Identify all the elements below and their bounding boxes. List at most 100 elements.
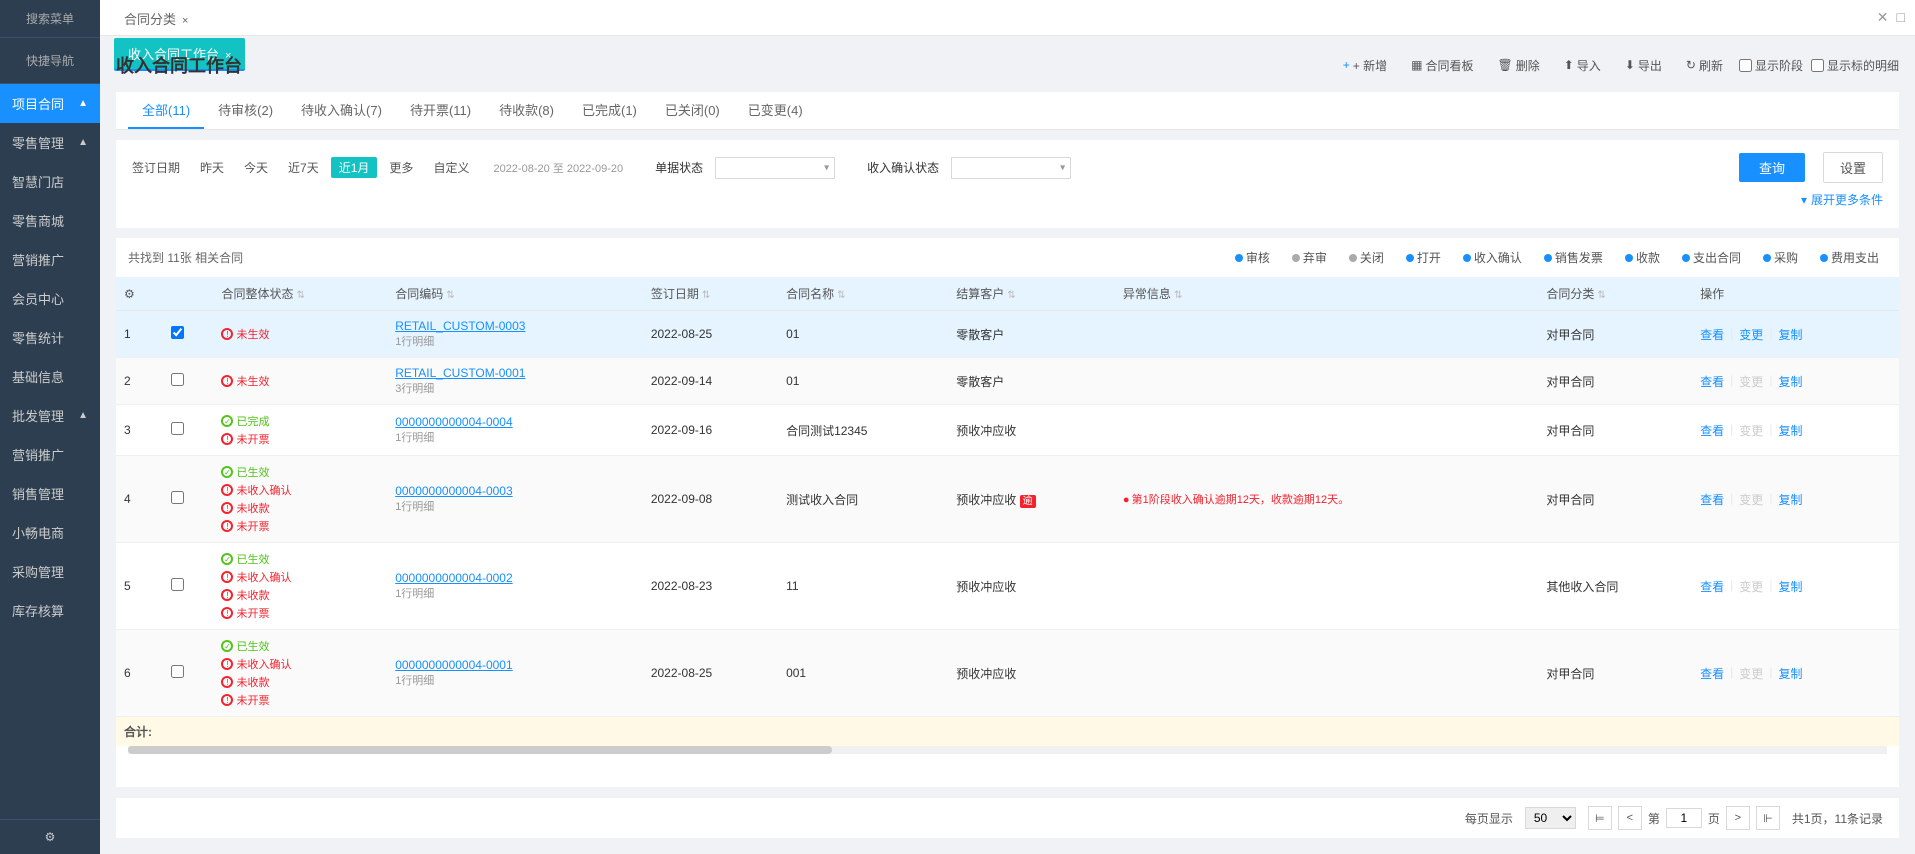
next-page-btn[interactable]: >: [1726, 806, 1750, 830]
tab-close-icon[interactable]: ×: [182, 15, 188, 27]
sidebar-item-member[interactable]: 会员中心: [0, 279, 100, 318]
status-tab-pending_review[interactable]: 待审核(2): [204, 92, 287, 129]
table-action-print[interactable]: 打开: [1398, 246, 1449, 269]
col-header-category[interactable]: 合同分类⇅: [1538, 277, 1692, 311]
filter-quick-btn-yesterday[interactable]: 昨天: [192, 157, 232, 178]
cell-checkbox-5[interactable]: [163, 630, 214, 717]
contract-code-link-0[interactable]: RETAIL_CUSTOM-0003: [395, 319, 525, 333]
cell-checkbox-1[interactable]: [163, 358, 214, 405]
sidebar-item-project[interactable]: 项目合同▲: [0, 84, 100, 123]
status-tab-pending_invoice[interactable]: 待开票(11): [396, 92, 485, 129]
setting-btn[interactable]: 设置: [1823, 152, 1883, 183]
contract-code-link-3[interactable]: 0000000000004-0003: [395, 484, 512, 498]
filter-quick-btn-more[interactable]: 更多: [381, 157, 421, 178]
action-change-0[interactable]: 变更: [1739, 326, 1763, 343]
col-header-customer[interactable]: 结算客户⇅: [948, 277, 1115, 311]
contract-code-link-2[interactable]: 0000000000004-0004: [395, 415, 512, 429]
table-action-purchase[interactable]: 采购: [1755, 246, 1806, 269]
new-btn[interactable]: + + 新增: [1335, 53, 1395, 78]
export-btn[interactable]: ⬇ 导出: [1617, 53, 1670, 78]
sidebar-item-retail[interactable]: 零售管理▲: [0, 123, 100, 162]
contract-code-link-4[interactable]: 0000000000004-0002: [395, 571, 512, 585]
sidebar-item-retail_mall[interactable]: 零售商城: [0, 201, 100, 240]
col-header-status[interactable]: 合同整体状态⇅: [213, 277, 387, 311]
action-查看-2[interactable]: 查看: [1700, 422, 1724, 439]
action-查看-0[interactable]: 查看: [1700, 326, 1724, 343]
window-maximize-btn[interactable]: □: [1897, 9, 1905, 26]
first-page-btn[interactable]: ⊨: [1588, 806, 1612, 830]
col-header-code[interactable]: 合同编码⇅: [387, 277, 643, 311]
refresh-btn[interactable]: ↻ 刷新: [1678, 53, 1731, 78]
status-tab-closed[interactable]: 已关闭(0): [651, 92, 734, 129]
row-checkbox-5[interactable]: [171, 665, 184, 678]
table-action-expense_out[interactable]: 费用支出: [1812, 246, 1887, 269]
horizontal-scrollbar[interactable]: [128, 746, 1887, 754]
window-close-btn[interactable]: ✕: [1877, 9, 1889, 26]
row-checkbox-4[interactable]: [171, 578, 184, 591]
sidebar-item-sales_mgmt[interactable]: 销售管理: [0, 474, 100, 513]
show-fields-input[interactable]: [1739, 59, 1752, 72]
action-查看-1[interactable]: 查看: [1700, 373, 1724, 390]
show-marks-input[interactable]: [1811, 59, 1824, 72]
filter-quick-btn-custom[interactable]: 自定义: [425, 157, 477, 178]
row-checkbox-0[interactable]: [171, 326, 184, 339]
show-fields-checkbox[interactable]: 显示阶段: [1739, 57, 1803, 74]
status-tab-completed[interactable]: 已完成(1): [568, 92, 651, 129]
filter-quick-btn-last7[interactable]: 近7天: [280, 157, 327, 178]
tab-contract_category[interactable]: 合同分类×: [110, 1, 245, 38]
action-复制-1[interactable]: 复制: [1778, 373, 1802, 390]
sidebar-item-basic_info[interactable]: 基础信息: [0, 357, 100, 396]
action-查看-4[interactable]: 查看: [1700, 578, 1724, 595]
sidebar-item-purchase[interactable]: 采购管理: [0, 552, 100, 591]
prev-page-btn[interactable]: <: [1618, 806, 1642, 830]
action-复制-5[interactable]: 复制: [1778, 665, 1802, 682]
action-复制-3[interactable]: 复制: [1778, 491, 1802, 508]
action-复制-2[interactable]: 复制: [1778, 422, 1802, 439]
page-number-input[interactable]: [1666, 808, 1702, 828]
cell-checkbox-4[interactable]: [163, 543, 214, 630]
last-page-btn[interactable]: ⊩: [1756, 806, 1780, 830]
sidebar-settings[interactable]: ⚙: [0, 819, 100, 854]
contract-code-link-5[interactable]: 0000000000004-0001: [395, 658, 512, 672]
sidebar-item-retail_stats[interactable]: 零售统计: [0, 318, 100, 357]
delete-btn[interactable]: 🗑 删除: [1489, 53, 1547, 78]
sidebar-item-smart_store[interactable]: 智慧门店: [0, 162, 100, 201]
col-header-sign_date[interactable]: 签订日期⇅: [643, 277, 778, 311]
status-tab-pending_payment[interactable]: 待收款(8): [485, 92, 568, 129]
table-action-abandon[interactable]: 弃审: [1284, 246, 1335, 269]
sidebar-item-batch_mgmt[interactable]: 批发管理▲: [0, 396, 100, 435]
status-tab-changed[interactable]: 已变更(4): [734, 92, 817, 129]
cell-checkbox-0[interactable]: [163, 311, 214, 358]
sidebar-item-marketing2[interactable]: 营销推广: [0, 435, 100, 474]
sidebar-item-xiaochang[interactable]: 小畅电商: [0, 513, 100, 552]
scrollbar-thumb[interactable]: [128, 746, 832, 754]
row-checkbox-3[interactable]: [171, 491, 184, 504]
status-tab-pending_confirm[interactable]: 待收入确认(7): [287, 92, 396, 129]
table-action-review[interactable]: 审核: [1227, 246, 1278, 269]
contract-board-btn[interactable]: ▦ 合同看板: [1403, 53, 1481, 78]
row-checkbox-2[interactable]: [171, 422, 184, 435]
action-查看-5[interactable]: 查看: [1700, 665, 1724, 682]
sidebar-item-inventory[interactable]: 库存核算: [0, 591, 100, 630]
contract-code-link-1[interactable]: RETAIL_CUSTOM-0001: [395, 366, 525, 380]
doc-status-select[interactable]: [715, 157, 835, 179]
table-action-income_confirm[interactable]: 收入确认: [1455, 246, 1530, 269]
cell-checkbox-3[interactable]: [163, 456, 214, 543]
col-header-abnormal[interactable]: 异常信息⇅: [1115, 277, 1538, 311]
income-confirm-select[interactable]: [951, 157, 1071, 179]
row-checkbox-1[interactable]: [171, 373, 184, 386]
cell-checkbox-2[interactable]: [163, 405, 214, 456]
action-复制-0[interactable]: 复制: [1778, 326, 1802, 343]
action-查看-3[interactable]: 查看: [1700, 491, 1724, 508]
filter-quick-btn-last1m[interactable]: 近1月: [331, 157, 378, 178]
sidebar-item-marketing[interactable]: 营销推广: [0, 240, 100, 279]
show-marks-checkbox[interactable]: 显示标的明细: [1811, 57, 1899, 74]
status-tab-all[interactable]: 全部(11): [128, 92, 204, 129]
table-action-sales_invoice[interactable]: 销售发票: [1536, 246, 1611, 269]
filter-quick-btn-today[interactable]: 今天: [236, 157, 276, 178]
col-header-name[interactable]: 合同名称⇅: [778, 277, 948, 311]
table-action-close[interactable]: 关闭: [1341, 246, 1392, 269]
page-size-select[interactable]: 102050100: [1525, 807, 1576, 829]
table-action-out_contract[interactable]: 支出合同: [1674, 246, 1749, 269]
filter-expand-btn[interactable]: ▾ 展开更多条件: [1801, 191, 1883, 208]
